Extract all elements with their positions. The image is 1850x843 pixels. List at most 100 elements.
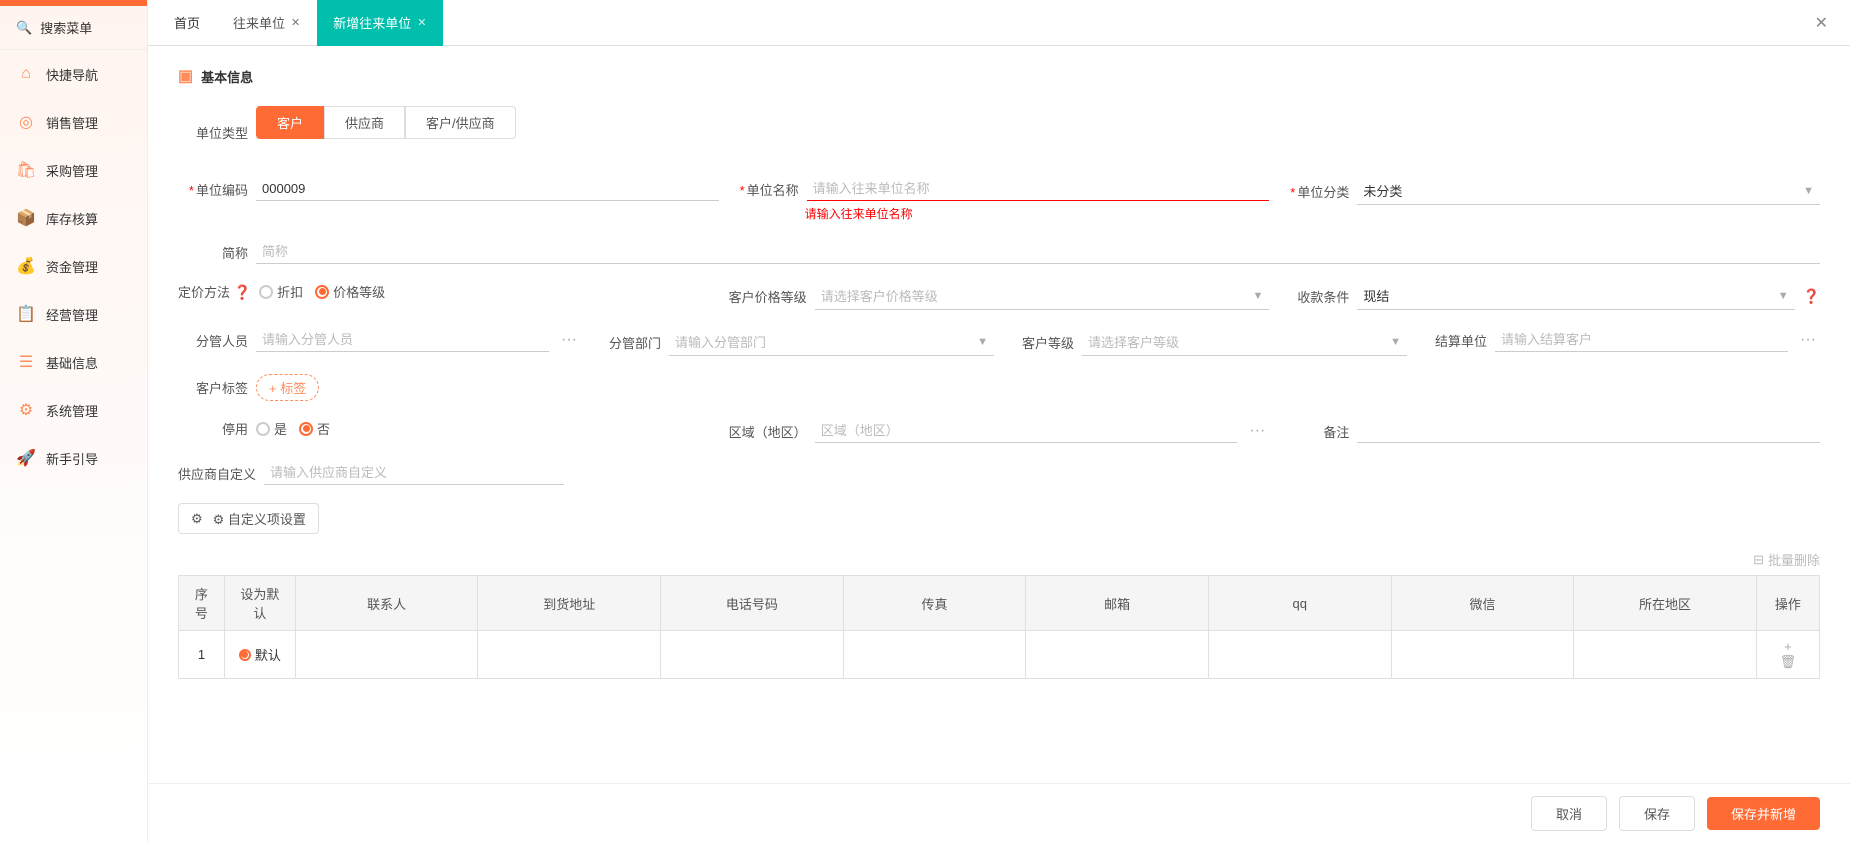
disabled-no-radio[interactable] [299,422,313,436]
payment-help-icon[interactable]: ❓ [1803,288,1820,305]
email-input[interactable] [1036,647,1198,662]
payment-condition-select[interactable]: 现结 ▼ [1357,282,1794,310]
cell-fax[interactable] [843,631,1026,679]
sidebar-item-system[interactable]: ⚙ 系统管理 [0,386,147,434]
abbr-input[interactable] [256,240,1820,264]
customer-price-level-field: 客户价格等级 请选择客户价格等级 ▼ [729,282,1270,310]
disabled-radio-group: 是 否 [256,419,330,438]
cell-contact[interactable] [295,631,478,679]
tab-unit-list[interactable]: 往来单位 ✕ [217,0,317,46]
batch-delete-area: ⊟ 批量删除 [178,550,1820,569]
customer-level-select[interactable]: 请选择客户等级 ▼ [1082,328,1407,356]
tabbar: 首页 往来单位 ✕ 新增往来单位 ✕ ✕ [148,0,1850,46]
sidebar-label-newbie: 新手引导 [46,449,98,468]
manager-more-icon[interactable]: ··· [557,331,581,349]
pricing-help-icon[interactable]: ❓ [234,284,251,300]
sidebar-item-operation[interactable]: 📋 经营管理 [0,290,147,338]
row-add-icon[interactable]: + [1784,639,1792,654]
pricing-discount-radio[interactable] [259,285,273,299]
unit-code-input[interactable] [256,177,719,201]
supplier-custom-input[interactable] [264,461,564,485]
col-phone: 电话号码 [661,576,844,631]
batch-delete-label[interactable]: 批量删除 [1768,550,1820,569]
pricing-level-option[interactable]: 价格等级 [315,282,385,301]
cell-index: 1 [179,631,225,679]
row-customer-tag: 客户标签 + 标签 [178,374,1820,401]
department-select[interactable]: 请输入分管部门 ▼ [669,328,994,356]
region-field: 区域（地区） ··· [729,419,1270,443]
sidebar-item-sales[interactable]: ◎ 销售管理 [0,98,147,146]
add-tag-button[interactable]: + 标签 [256,374,319,401]
cell-wechat[interactable] [1391,631,1574,679]
tab-add-unit[interactable]: 新增往来单位 ✕ [317,0,443,46]
cell-phone[interactable] [661,631,844,679]
cell-default: 默认 [224,631,295,679]
manager-input[interactable] [256,328,549,352]
supplier-custom-field: 供应商自定义 [178,461,1820,485]
settlement-unit-input[interactable] [1495,328,1788,352]
row-supplier-custom: 供应商自定义 [178,461,1820,485]
customer-price-level-select[interactable]: 请选择客户价格等级 ▼ [815,282,1270,310]
pricing-discount-option[interactable]: 折扣 [259,282,303,301]
table-region-input[interactable] [1584,647,1746,662]
sidebar-item-newbie[interactable]: 🚀 新手引导 [0,434,147,482]
cell-qq[interactable] [1208,631,1391,679]
customer-tag-field: 客户标签 + 标签 [178,374,1820,401]
disabled-yes-option[interactable]: 是 [256,419,287,438]
default-radio[interactable] [239,649,251,661]
address-input[interactable] [488,647,650,662]
cell-region[interactable] [1574,631,1757,679]
region-input[interactable] [815,419,1238,443]
contact-input[interactable] [306,647,468,662]
table-row: 1 默认 + [179,631,1820,679]
category-chevron-icon: ▼ [1803,185,1814,197]
close-all-tabs-button[interactable]: ✕ [1803,13,1840,33]
custom-settings-button[interactable]: ⚙ ⚙ 自定义项设置 [178,503,319,534]
cell-email[interactable] [1026,631,1209,679]
sidebar-item-quick-nav[interactable]: ⌂ 快捷导航 [0,50,147,98]
sidebar-item-purchase[interactable]: 🛍 采购管理 [0,146,147,194]
unit-type-both-btn[interactable]: 客户/供应商 [405,106,516,139]
remark-input[interactable] [1357,419,1820,443]
unit-category-select[interactable]: 未分类 ▼ [1357,177,1820,205]
close-add-unit-icon[interactable]: ✕ [417,16,426,29]
col-region: 所在地区 [1574,576,1757,631]
cancel-button[interactable]: 取消 [1531,796,1607,831]
save-button[interactable]: 保存 [1619,796,1695,831]
sidebar-item-inventory[interactable]: 📦 库存核算 [0,194,147,242]
row-disabled-region: 停用 是 否 区域（地区） ··· [178,419,1820,443]
fax-input[interactable] [854,647,1016,662]
customer-level-field: 客户等级 请选择客户等级 ▼ [1004,328,1407,356]
search-menu[interactable]: 🔍 搜索菜单 [0,6,147,50]
tab-home[interactable]: 首页 [158,0,217,46]
row-code-name-category: *单位编码 *单位名称 请输入往来单位名称 *单位分类 [178,177,1820,222]
supplier-custom-label: 供应商自定义 [178,464,256,483]
operation-icon: 📋 [16,304,36,324]
disabled-yes-radio[interactable] [256,422,270,436]
settlement-unit-more-icon[interactable]: ··· [1796,331,1820,349]
region-more-icon[interactable]: ··· [1245,422,1269,440]
pricing-level-radio[interactable] [315,285,329,299]
unit-name-field: *单位名称 请输入往来单位名称 [729,177,1270,222]
payment-condition-label: 收款条件 [1279,287,1349,306]
department-chevron-icon: ▼ [977,336,988,348]
home-icon: ⌂ [16,64,36,84]
row-delete-icon[interactable]: 🗑 [1780,654,1797,669]
row-abbr: 简称 [178,240,1820,264]
disabled-no-option[interactable]: 否 [299,419,330,438]
close-unit-list-icon[interactable]: ✕ [291,16,300,29]
phone-input[interactable] [671,647,833,662]
unit-type-customer-btn[interactable]: 客户 [256,106,324,139]
wechat-input[interactable] [1402,647,1564,662]
unit-type-supplier-btn[interactable]: 供应商 [324,106,405,139]
sidebar-item-finance[interactable]: 💰 资金管理 [0,242,147,290]
save-and-new-button[interactable]: 保存并新增 [1707,797,1820,830]
qq-input[interactable] [1219,647,1381,662]
search-icon: 🔍 [16,20,32,36]
unit-name-input[interactable] [807,177,1270,201]
sidebar-item-basic[interactable]: ☰ 基础信息 [0,338,147,386]
section-icon: ▣ [178,66,193,86]
cell-address[interactable] [478,631,661,679]
settlement-unit-field: 结算单位 ··· [1417,328,1820,352]
pricing-discount-label: 折扣 [277,282,303,301]
